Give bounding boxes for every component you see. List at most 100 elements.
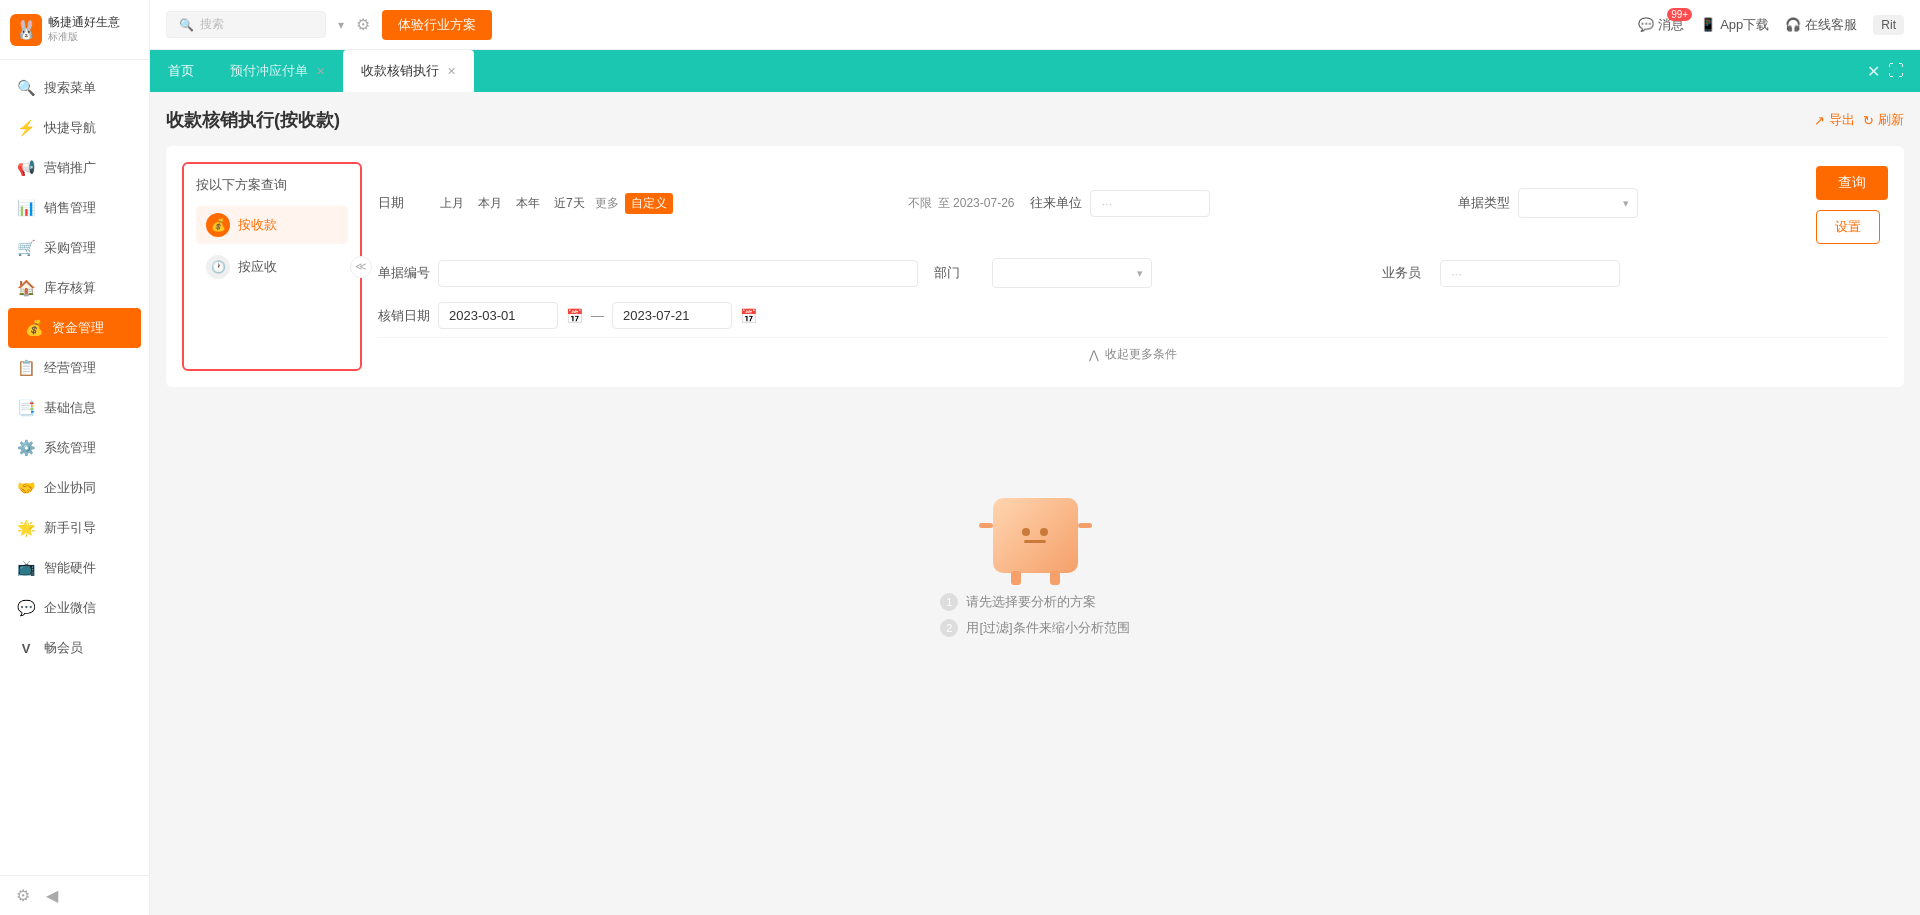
sidebar-item-smart-hw[interactable]: 📺 智能硬件	[0, 548, 149, 588]
tab-prepay-close[interactable]: ✕	[316, 65, 325, 78]
sidebar-item-member[interactable]: V 畅会员	[0, 628, 149, 668]
page-header: 收款核销执行(按收款) ↗ 导出 ↻ 刷新	[166, 108, 1904, 132]
staff-input[interactable]: ···	[1440, 260, 1620, 287]
sidebar-item-wechat[interactable]: 💬 企业微信	[0, 588, 149, 628]
sidebar-item-search[interactable]: 🔍 搜索菜单	[0, 68, 149, 108]
verify-date-end-icon[interactable]: 📅	[740, 308, 757, 324]
topbar-chevron-icon[interactable]: ▾	[338, 18, 344, 32]
export-button[interactable]: ↗ 导出	[1814, 111, 1855, 129]
sidebar-item-newbie[interactable]: 🌟 新手引导	[0, 508, 149, 548]
topbar-search-icon: 🔍	[179, 18, 194, 32]
settings-button[interactable]: 设置	[1816, 210, 1880, 244]
date-this-month[interactable]: 本月	[474, 193, 506, 214]
message-button[interactable]: 💬 消息 99+	[1638, 16, 1684, 34]
sidebar-item-basic-info[interactable]: 📑 基础信息	[0, 388, 149, 428]
doc-no-field: 单据编号	[378, 260, 918, 287]
export-icon: ↗	[1814, 113, 1825, 128]
page-actions: ↗ 导出 ↻ 刷新	[1814, 111, 1904, 129]
purchase-icon: 🛒	[16, 238, 36, 258]
date-this-year[interactable]: 本年	[512, 193, 544, 214]
filter-panel: 按以下方案查询 ≪ 💰 按收款 🕐 按应收 日期	[166, 146, 1904, 387]
sidebar-item-biz-mgmt[interactable]: 📋 经营管理	[0, 348, 149, 388]
tabs-close-button[interactable]: ✕	[1867, 62, 1880, 81]
date-last-month[interactable]: 上月	[436, 193, 468, 214]
topbar-gear-icon[interactable]: ⚙	[356, 15, 370, 34]
sidebar: 🐰 畅捷通好生意 标准版 🔍 搜索菜单 ⚡ 快捷导航 📢 营销推广 📊 销售管理…	[0, 0, 150, 915]
counterpart-input[interactable]: ···	[1090, 190, 1210, 217]
empty-state: 1 请先选择要分析的方案 2 用[过滤]条件来缩小分析范围	[166, 403, 1904, 701]
wechat-icon: 💬	[16, 598, 36, 618]
sidebar-item-sales[interactable]: 📊 销售管理	[0, 188, 149, 228]
tab-receipt-offset[interactable]: 收款核销执行 ✕	[343, 50, 474, 92]
topbar-actions: 💬 消息 99+ 📱 App下载 🎧 在线客服 Rit	[1638, 15, 1904, 35]
sales-icon: 📊	[16, 198, 36, 218]
verify-date-end[interactable]	[612, 302, 732, 329]
date-unlimit-area: 不限 至 2023-07-26	[908, 195, 1015, 212]
query-button[interactable]: 查询	[1816, 166, 1888, 200]
tab-receipt-offset-close[interactable]: ✕	[447, 65, 456, 78]
tabs-bar: 首页 预付冲应付单 ✕ 收款核销执行 ✕ ✕ ⛶	[150, 50, 1920, 92]
sidebar-item-marketing[interactable]: 📢 营销推广	[0, 148, 149, 188]
tabs-expand-button[interactable]: ⛶	[1888, 62, 1904, 80]
main-area: 🔍 搜索 ▾ ⚙ 体验行业方案 💬 消息 99+ 📱 App下载 🎧 在线客服 …	[150, 0, 1920, 915]
empty-box	[993, 498, 1078, 573]
verify-date-start[interactable]	[438, 302, 558, 329]
page-content: 收款核销执行(按收款) ↗ 导出 ↻ 刷新 按以下方案查询 ≪ 💰	[150, 92, 1920, 915]
doc-type-field: 单据类型 ▾	[1458, 188, 1801, 218]
collapse-more-button[interactable]: ⋀ 收起更多条件	[378, 337, 1888, 371]
date-more[interactable]: 更多	[595, 195, 619, 212]
quick-nav-icon: ⚡	[16, 118, 36, 138]
refresh-button[interactable]: ↻ 刷新	[1863, 111, 1904, 129]
tab-home[interactable]: 首页	[150, 50, 212, 92]
enterprise-icon: 🤝	[16, 478, 36, 498]
sidebar-item-sys-mgmt[interactable]: ⚙️ 系统管理	[0, 428, 149, 468]
industry-solution-button[interactable]: 体验行业方案	[382, 10, 492, 40]
user-avatar[interactable]: Rit	[1873, 15, 1904, 35]
sidebar-logo: 🐰 畅捷通好生意 标准版	[0, 0, 149, 60]
topbar: 🔍 搜索 ▾ ⚙ 体验行业方案 💬 消息 99+ 📱 App下载 🎧 在线客服 …	[150, 0, 1920, 50]
filter-fields: 日期 上月 本月 本年 近7天 更多 自定义 不限	[378, 162, 1888, 371]
marketing-icon: 📢	[16, 158, 36, 178]
biz-mgmt-icon: 📋	[16, 358, 36, 378]
logo-icon: 🐰	[10, 14, 42, 46]
by-receipt-icon: 💰	[206, 213, 230, 237]
empty-face	[1022, 528, 1048, 543]
sidebar-item-quick-nav[interactable]: ⚡ 快捷导航	[0, 108, 149, 148]
tabs-actions: ✕ ⛶	[1867, 62, 1920, 81]
page-title: 收款核销执行(按收款)	[166, 108, 340, 132]
finance-icon: 💰	[24, 318, 44, 338]
sidebar-item-inventory[interactable]: 🏠 库存核算	[0, 268, 149, 308]
empty-hints: 1 请先选择要分析的方案 2 用[过滤]条件来缩小分析范围	[940, 589, 1129, 641]
sidebar-collapse-icon[interactable]: ◀	[46, 886, 58, 905]
sidebar-item-finance[interactable]: 💰 资金管理	[8, 308, 141, 348]
dept-select[interactable]: ▾	[992, 258, 1152, 288]
service-icon: 🎧	[1785, 17, 1801, 32]
filter-rows: 日期 上月 本月 本年 近7天 更多 自定义 不限	[378, 162, 1888, 329]
counterpart-field: 往来单位 ···	[1030, 190, 1441, 217]
refresh-icon: ↻	[1863, 113, 1874, 128]
sidebar-item-purchase[interactable]: 🛒 采购管理	[0, 228, 149, 268]
filter-option-by-receivable[interactable]: 🕐 按应收	[196, 248, 348, 286]
filter-row-2: 单据编号 部门 ▾ 业务员 ···	[378, 258, 1888, 288]
doc-type-select[interactable]: ▾	[1518, 188, 1638, 218]
basic-info-icon: 📑	[16, 398, 36, 418]
sidebar-settings-icon[interactable]: ⚙	[16, 886, 30, 905]
date-last-7days[interactable]: 近7天	[550, 193, 589, 214]
sidebar-menu: 🔍 搜索菜单 ⚡ 快捷导航 📢 营销推广 📊 销售管理 🛒 采购管理 🏠 库存核…	[0, 60, 149, 875]
topbar-search-box[interactable]: 🔍 搜索	[166, 11, 326, 38]
doc-no-input[interactable]	[438, 260, 918, 287]
tab-prepay[interactable]: 预付冲应付单 ✕	[212, 50, 343, 92]
filter-row-1: 日期 上月 本月 本年 近7天 更多 自定义 不限	[378, 162, 1888, 244]
logo-text: 畅捷通好生意 标准版	[48, 15, 120, 45]
sidebar-bottom: ⚙ ◀	[0, 875, 149, 915]
sidebar-item-enterprise[interactable]: 🤝 企业协同	[0, 468, 149, 508]
date-custom[interactable]: 自定义	[625, 193, 673, 214]
verify-date-start-icon[interactable]: 📅	[566, 308, 583, 324]
filter-action-buttons: 查询 设置	[1816, 166, 1888, 244]
message-icon: 💬	[1638, 17, 1654, 32]
online-service-button[interactable]: 🎧 在线客服	[1785, 16, 1857, 34]
dept-field: 部门 ▾	[934, 258, 1366, 288]
filter-option-by-receipt[interactable]: 💰 按收款	[196, 206, 348, 244]
app-download-button[interactable]: 📱 App下载	[1700, 16, 1769, 34]
filter-collapse-button[interactable]: ≪	[350, 256, 372, 278]
